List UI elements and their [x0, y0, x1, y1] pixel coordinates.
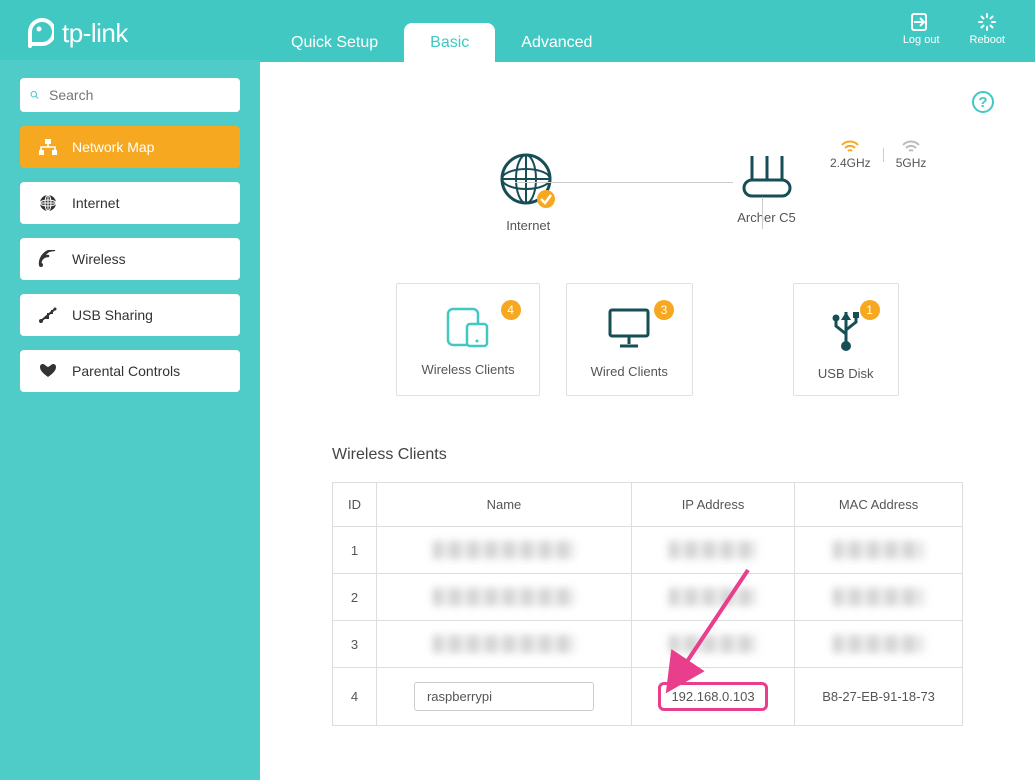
sidebar-item-internet[interactable]: Internet — [20, 182, 240, 224]
search-input[interactable] — [49, 87, 230, 103]
client-name-value: raspberrypi — [414, 682, 594, 711]
cell-ip: 192.168.0.103 — [631, 668, 794, 726]
wired-clients-count: 3 — [654, 300, 674, 320]
map-vertical-line — [762, 197, 763, 229]
logout-label: Log out — [903, 34, 940, 46]
th-name: Name — [377, 483, 632, 527]
cell-id: 2 — [333, 574, 377, 621]
search-icon — [30, 86, 39, 104]
tab-advanced[interactable]: Advanced — [495, 23, 618, 65]
sidebar-label: USB Sharing — [72, 307, 153, 323]
clients-table: ID Name IP Address MAC Address 1 2 — [332, 482, 963, 726]
wired-clients-label: Wired Clients — [591, 364, 668, 379]
devices-icon — [445, 306, 491, 348]
map-node-router[interactable]: Archer C5 — [737, 152, 796, 225]
card-wireless-clients[interactable]: 4 Wireless Clients — [396, 283, 539, 396]
client-ip-highlighted: 192.168.0.103 — [658, 682, 767, 711]
map-node-internet[interactable]: Internet — [499, 152, 557, 233]
table-header-row: ID Name IP Address MAC Address — [333, 483, 963, 527]
wifi-frequency-badges: 2.4GHz 5GHz — [830, 140, 926, 170]
sidebar-item-parental-controls[interactable]: Parental Controls — [20, 350, 240, 392]
sidebar: Network Map Internet Wireless USB Sharin… — [20, 78, 240, 392]
cell-ip — [631, 527, 794, 574]
card-wired-clients[interactable]: 3 Wired Clients — [566, 283, 693, 396]
wifi-24-icon — [841, 140, 859, 154]
reboot-label: Reboot — [970, 34, 1005, 46]
svg-text:?: ? — [978, 94, 987, 111]
router-icon — [738, 152, 796, 202]
reboot-icon — [977, 12, 997, 32]
wireless-clients-label: Wireless Clients — [421, 362, 514, 377]
table-row: 4 raspberrypi 192.168.0.103 B8-27-EB-91-… — [333, 668, 963, 726]
cell-name — [377, 527, 632, 574]
cell-ip — [631, 574, 794, 621]
table-row: 1 — [333, 527, 963, 574]
logout-button[interactable]: Log out — [903, 12, 940, 46]
th-ip: IP Address — [631, 483, 794, 527]
cell-id: 3 — [333, 621, 377, 668]
help-icon[interactable]: ? — [971, 90, 995, 117]
cell-id: 1 — [333, 527, 377, 574]
cell-mac — [795, 621, 963, 668]
cell-mac — [795, 527, 963, 574]
cell-mac: B8-27-EB-91-18-73 — [795, 668, 963, 726]
cell-name — [377, 621, 632, 668]
logout-icon — [910, 12, 932, 32]
cell-ip — [631, 621, 794, 668]
th-id: ID — [333, 483, 377, 527]
internet-icon — [499, 152, 557, 210]
sidebar-item-network-map[interactable]: Network Map — [20, 126, 240, 168]
section-title: Wireless Clients — [332, 446, 1005, 464]
main-content: 2.4GHz 5GHz Internet — [260, 62, 1035, 771]
internet-label: Internet — [506, 218, 550, 233]
sidebar-label: Network Map — [72, 139, 154, 155]
globe-icon — [38, 193, 58, 213]
search-box[interactable] — [20, 78, 240, 112]
cell-id: 4 — [333, 668, 377, 726]
freq-24-label: 2.4GHz — [830, 156, 871, 170]
brand-text: tp-link — [62, 18, 128, 49]
reboot-button[interactable]: Reboot — [970, 12, 1005, 46]
cell-mac — [795, 574, 963, 621]
monitor-icon — [606, 306, 652, 350]
table-row: 3 — [333, 621, 963, 668]
freq-5-label: 5GHz — [896, 156, 927, 170]
wifi-5-icon — [902, 140, 920, 154]
sidebar-item-wireless[interactable]: Wireless — [20, 238, 240, 280]
tab-basic[interactable]: Basic — [404, 23, 495, 65]
cell-name — [377, 574, 632, 621]
sidebar-label: Wireless — [72, 251, 126, 267]
brand-logo: tp-link — [20, 16, 128, 50]
sidebar-item-usb-sharing[interactable]: USB Sharing — [20, 294, 240, 336]
nav-tabs: Quick Setup Basic Advanced — [265, 23, 618, 65]
usb-disk-count: 1 — [860, 300, 880, 320]
network-map-icon — [38, 138, 58, 156]
card-usb-disk[interactable]: 1 USB Disk — [793, 283, 899, 396]
wifi-icon — [38, 250, 58, 268]
wireless-clients-count: 4 — [501, 300, 521, 320]
usb-disk-label: USB Disk — [818, 366, 874, 381]
tab-quick-setup[interactable]: Quick Setup — [265, 23, 404, 65]
tp-link-icon — [20, 16, 54, 50]
table-row: 2 — [333, 574, 963, 621]
usb-symbol-icon — [829, 306, 863, 352]
heart-hands-icon — [38, 362, 58, 380]
th-mac: MAC Address — [795, 483, 963, 527]
usb-icon — [38, 306, 58, 324]
cell-name: raspberrypi — [377, 668, 632, 726]
sidebar-label: Internet — [72, 195, 119, 211]
router-label: Archer C5 — [737, 210, 796, 225]
map-connection-line — [515, 182, 733, 183]
sidebar-label: Parental Controls — [72, 363, 180, 379]
